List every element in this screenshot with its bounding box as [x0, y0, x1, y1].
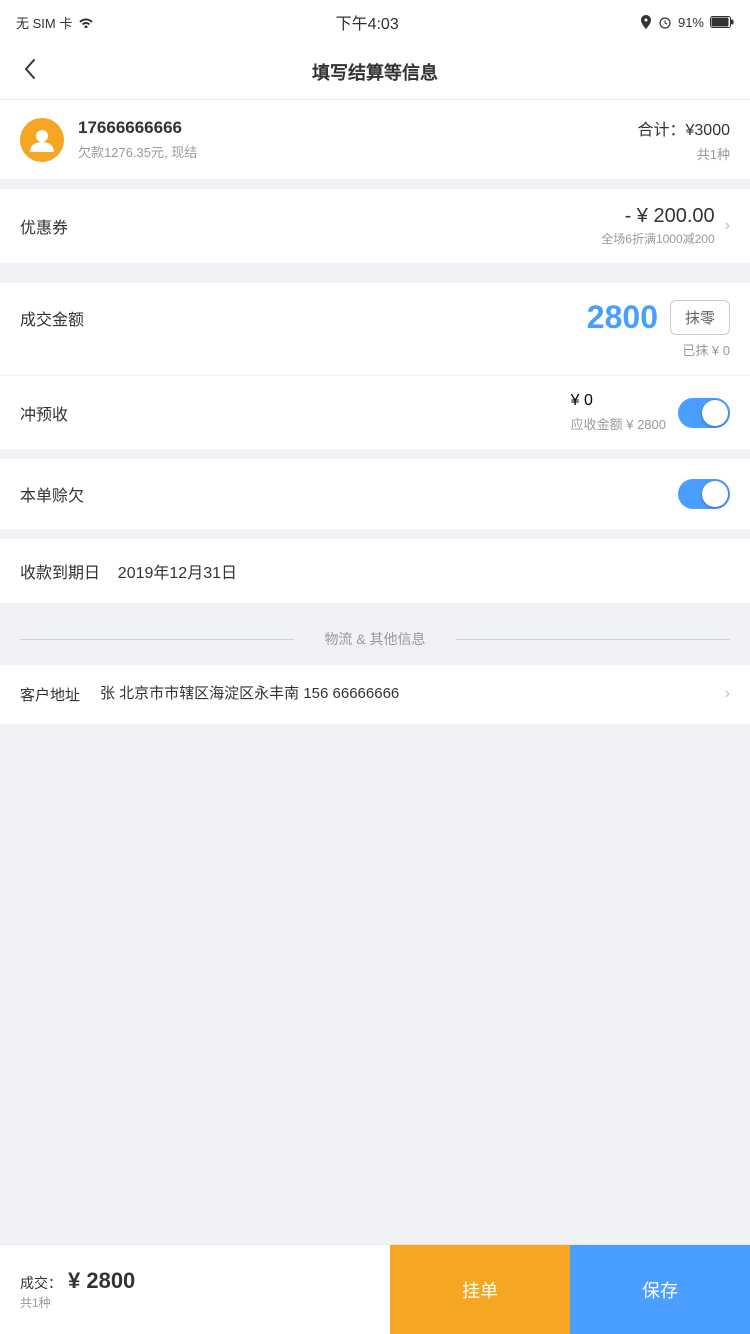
- address-chevron-icon: ›: [725, 685, 730, 703]
- page-title: 填写结算等信息: [312, 59, 438, 85]
- toggle-thumb: [702, 400, 728, 426]
- coupon-detail: 全场6折满1000减200: [601, 230, 714, 247]
- address-value: 张 北京市市辖区海淀区永丰南 156 66666666: [100, 683, 715, 706]
- coupon-text-wrap: - ¥ 200.00 全场6折满1000减200: [601, 205, 714, 247]
- customer-left: 17666666666 欠款1276.35元, 现结: [20, 118, 197, 162]
- customer-right: 合计：¥3000 共1种: [638, 116, 731, 163]
- footer-actions: 挂单 保存: [390, 1245, 750, 1334]
- divider-line-left: [20, 639, 294, 640]
- footer: 成交： ¥ 2800 共1种 挂单 保存: [0, 1244, 750, 1334]
- chong-sub: 应收金额 ¥ 2800: [571, 414, 666, 433]
- empty-area: [0, 724, 750, 924]
- logistics-divider: 物流 & 其他信息: [0, 613, 750, 665]
- benshen-label: 本单赊欠: [20, 482, 84, 506]
- back-button[interactable]: [16, 50, 44, 94]
- chong-amount: ¥ 0: [571, 392, 666, 410]
- address-label: 客户地址: [20, 684, 90, 705]
- battery-label: 91%: [678, 15, 704, 30]
- address-section[interactable]: 客户地址 张 北京市市辖区海淀区永丰南 156 66666666 ›: [0, 665, 750, 724]
- amount-right: 2800 抹零: [587, 299, 730, 336]
- footer-info: 成交： ¥ 2800 共1种: [0, 1268, 390, 1311]
- divider-1: [0, 273, 750, 283]
- footer-deal-row: 成交： ¥ 2800: [20, 1268, 370, 1294]
- divider-line-right: [456, 639, 730, 640]
- coupon-section[interactable]: 优惠券 - ¥ 200.00 全场6折满1000减200 ›: [0, 189, 750, 263]
- chong-right: ¥ 0 应收金额 ¥ 2800: [571, 392, 730, 433]
- chong-section: 冲预收 ¥ 0 应收金额 ¥ 2800: [0, 375, 750, 449]
- footer-deal-label: 成交：: [20, 1273, 62, 1293]
- status-right: 91%: [640, 15, 734, 30]
- chong-value-wrap: ¥ 0 应收金额 ¥ 2800: [571, 392, 666, 433]
- location-icon: [640, 15, 652, 29]
- divider-2: [0, 449, 750, 459]
- status-time: 下午4:03: [336, 10, 399, 34]
- battery-icon: [710, 16, 734, 28]
- amount-value: 2800: [587, 299, 658, 336]
- chong-label: 冲预收: [20, 401, 68, 425]
- duedate-value: 2019年12月31日: [118, 565, 237, 582]
- logistics-label: 物流 & 其他信息: [324, 629, 425, 649]
- duedate-label: 收款到期日: [20, 565, 100, 582]
- benshen-section: 本单赊欠: [0, 459, 750, 529]
- amount-section: 成交金额 2800 抹零 已抹 ¥ 0: [0, 283, 750, 375]
- benshen-toggle[interactable]: [678, 479, 730, 509]
- avatar: [20, 118, 64, 162]
- benshen-toggle-thumb: [702, 481, 728, 507]
- content: 17666666666 欠款1276.35元, 现结 合计：¥3000 共1种 …: [0, 100, 750, 1024]
- round-button[interactable]: 抹零: [670, 300, 730, 335]
- footer-amount: ¥ 2800: [68, 1268, 135, 1294]
- customer-phone: 17666666666: [78, 118, 197, 138]
- status-left: 无 SIM 卡: [16, 13, 94, 32]
- coupon-value: - ¥ 200.00: [601, 205, 714, 228]
- chong-row: 冲预收 ¥ 0 应收金额 ¥ 2800: [20, 392, 730, 433]
- customer-info-section: 17666666666 欠款1276.35元, 现结 合计：¥3000 共1种: [0, 100, 750, 179]
- amount-sub: 已抹 ¥ 0: [20, 340, 730, 359]
- no-sim-label: 无 SIM 卡: [16, 13, 72, 32]
- status-bar: 无 SIM 卡 下午4:03 91%: [0, 0, 750, 44]
- pending-button[interactable]: 挂单: [390, 1245, 570, 1334]
- save-button[interactable]: 保存: [570, 1245, 750, 1334]
- wifi-icon: [78, 16, 94, 28]
- total-amount: 合计：¥3000: [638, 116, 731, 140]
- customer-note: 欠款1276.35元, 现结: [78, 142, 197, 161]
- chong-toggle[interactable]: [678, 398, 730, 428]
- amount-label: 成交金额: [20, 306, 84, 330]
- nav-bar: 填写结算等信息: [0, 44, 750, 100]
- footer-count: 共1种: [20, 1294, 370, 1311]
- coupon-chevron-icon: ›: [725, 217, 730, 235]
- total-count: 共1种: [638, 144, 731, 163]
- alarm-icon: [658, 15, 672, 29]
- duedate-section: 收款到期日 2019年12月31日: [0, 539, 750, 603]
- coupon-label: 优惠券: [20, 214, 68, 238]
- customer-detail: 17666666666 欠款1276.35元, 现结: [78, 118, 197, 161]
- coupon-right: - ¥ 200.00 全场6折满1000减200 ›: [601, 205, 730, 247]
- amount-row: 成交金额 2800 抹零: [20, 299, 730, 336]
